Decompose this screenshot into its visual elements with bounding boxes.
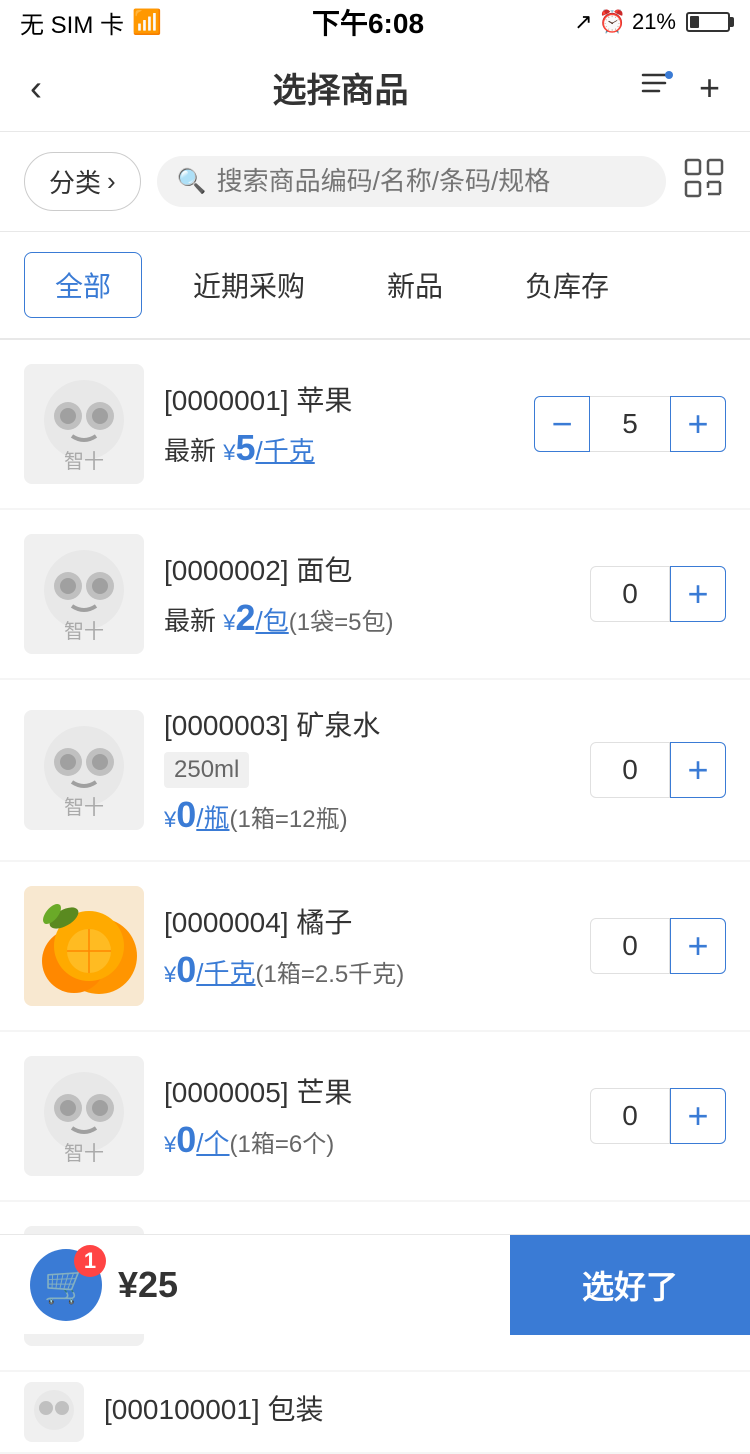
search-input-wrap: 🔍	[157, 156, 666, 207]
quantity-control: +	[590, 918, 726, 974]
list-item: [000100001] 包装	[0, 1372, 750, 1452]
product-image	[24, 1382, 84, 1442]
tab-recent[interactable]: 近期采购	[162, 252, 336, 318]
quantity-input[interactable]	[590, 918, 670, 974]
product-image: 智十	[24, 1056, 144, 1176]
quantity-control: +	[590, 566, 726, 622]
search-icon: 🔍	[177, 167, 207, 196]
quantity-input[interactable]	[590, 742, 670, 798]
list-item: 智十 [0000005] 芒果 ¥0/个(1箱=6个) +	[0, 1032, 750, 1200]
quantity-plus-button[interactable]: +	[670, 566, 726, 622]
product-price: ¥0/个(1箱=6个)	[164, 1119, 570, 1161]
product-image	[24, 886, 144, 1006]
quantity-plus-button[interactable]: +	[670, 1088, 726, 1144]
product-price: 最新 ¥5/千克	[164, 427, 514, 469]
category-button[interactable]: 分类 ›	[24, 152, 141, 211]
nav-bar: ‹ 选择商品 +	[0, 44, 750, 132]
back-button[interactable]: ‹	[30, 67, 42, 109]
product-price: ¥0/瓶(1箱=12瓶)	[164, 794, 570, 836]
battery-percent: 21%	[632, 9, 676, 35]
status-time: 下午6:08	[312, 2, 424, 42]
tabs-row: 全部 近期采购 新品 负库存	[0, 232, 750, 340]
placeholder-logo: 智十	[24, 364, 144, 484]
status-indicators: ↗ ⏰ 21%	[574, 9, 730, 35]
product-name: [0000005] 芒果	[164, 1071, 570, 1111]
page-title: 选择商品	[272, 63, 408, 112]
tab-all[interactable]: 全部	[24, 252, 142, 318]
product-spec: 250ml	[164, 752, 249, 788]
placeholder-logo: 智十	[24, 710, 144, 830]
quantity-plus-button[interactable]: +	[670, 396, 726, 452]
quantity-input[interactable]	[590, 566, 670, 622]
cart-section: 🛒 1 ¥25	[0, 1249, 510, 1321]
list-item: 智十 [0000003] 矿泉水 250ml ¥0/瓶(1箱=12瓶) +	[0, 680, 750, 860]
product-name: [0000003] 矿泉水	[164, 704, 570, 744]
list-item: 智十 [0000001] 苹果 最新 ¥5/千克 − +	[0, 340, 750, 508]
quantity-minus-button[interactable]: −	[534, 396, 590, 452]
nav-actions: +	[639, 65, 720, 110]
svg-text:智十: 智十	[64, 796, 104, 819]
product-info: [000100001] 包装	[104, 1388, 726, 1436]
product-name: [000100001] 包装	[104, 1388, 726, 1428]
product-info: [0000003] 矿泉水 250ml ¥0/瓶(1箱=12瓶)	[164, 704, 570, 836]
chevron-right-icon: ›	[107, 166, 116, 197]
add-icon[interactable]: +	[699, 67, 720, 109]
status-carrier: 无 SIM 卡 📶	[20, 5, 162, 40]
product-info: [0000004] 橘子 ¥0/千克(1箱=2.5千克)	[164, 901, 570, 991]
alarm-icon: ⏰	[599, 9, 626, 35]
svg-text:智十: 智十	[64, 450, 104, 473]
svg-text:智十: 智十	[64, 620, 104, 643]
wifi-icon: 📶	[132, 8, 162, 37]
quantity-control: +	[590, 1088, 726, 1144]
placeholder-logo: 智十	[24, 534, 144, 654]
product-price: ¥0/千克(1箱=2.5千克)	[164, 949, 570, 991]
filter-icon[interactable]	[639, 65, 675, 110]
search-row: 分类 › 🔍	[0, 132, 750, 232]
cart-badge: 1	[74, 1245, 106, 1277]
product-info: [0000001] 苹果 最新 ¥5/千克	[164, 379, 514, 469]
tab-new[interactable]: 新品	[356, 252, 474, 318]
product-name: [0000002] 面包	[164, 549, 570, 589]
quantity-control: − +	[534, 396, 726, 452]
product-image: 智十	[24, 534, 144, 654]
product-info: [0000002] 面包 最新 ¥2/包(1袋=5包)	[164, 549, 570, 639]
tab-negative[interactable]: 负库存	[494, 252, 640, 318]
cart-icon-wrap[interactable]: 🛒 1	[30, 1249, 102, 1321]
cart-total: ¥25	[118, 1264, 178, 1306]
placeholder-logo: 智十	[24, 1056, 144, 1176]
list-item: [0000004] 橘子 ¥0/千克(1箱=2.5千克) +	[0, 862, 750, 1030]
svg-text:智十: 智十	[64, 1142, 104, 1165]
bottom-bar: 🛒 1 ¥25 选好了	[0, 1234, 750, 1334]
product-name: [0000001] 苹果	[164, 379, 514, 419]
status-bar: 无 SIM 卡 📶 下午6:08 ↗ ⏰ 21%	[0, 0, 750, 44]
scan-icon[interactable]	[682, 156, 726, 208]
product-price: 最新 ¥2/包(1袋=5包)	[164, 597, 570, 639]
product-name: [0000004] 橘子	[164, 901, 570, 941]
product-info: [0000005] 芒果 ¥0/个(1箱=6个)	[164, 1071, 570, 1161]
quantity-control: +	[590, 742, 726, 798]
placeholder-logo	[24, 1382, 84, 1442]
quantity-input[interactable]	[590, 396, 670, 452]
product-image: 智十	[24, 710, 144, 830]
quantity-plus-button[interactable]: +	[670, 918, 726, 974]
quantity-input[interactable]	[590, 1088, 670, 1144]
list-item: 智十 [0000002] 面包 最新 ¥2/包(1袋=5包) +	[0, 510, 750, 678]
confirm-button[interactable]: 选好了	[510, 1235, 750, 1335]
battery-icon	[686, 12, 730, 32]
location-icon: ↗	[574, 9, 592, 35]
product-image: 智十	[24, 364, 144, 484]
quantity-plus-button[interactable]: +	[670, 742, 726, 798]
search-input[interactable]	[217, 166, 646, 197]
